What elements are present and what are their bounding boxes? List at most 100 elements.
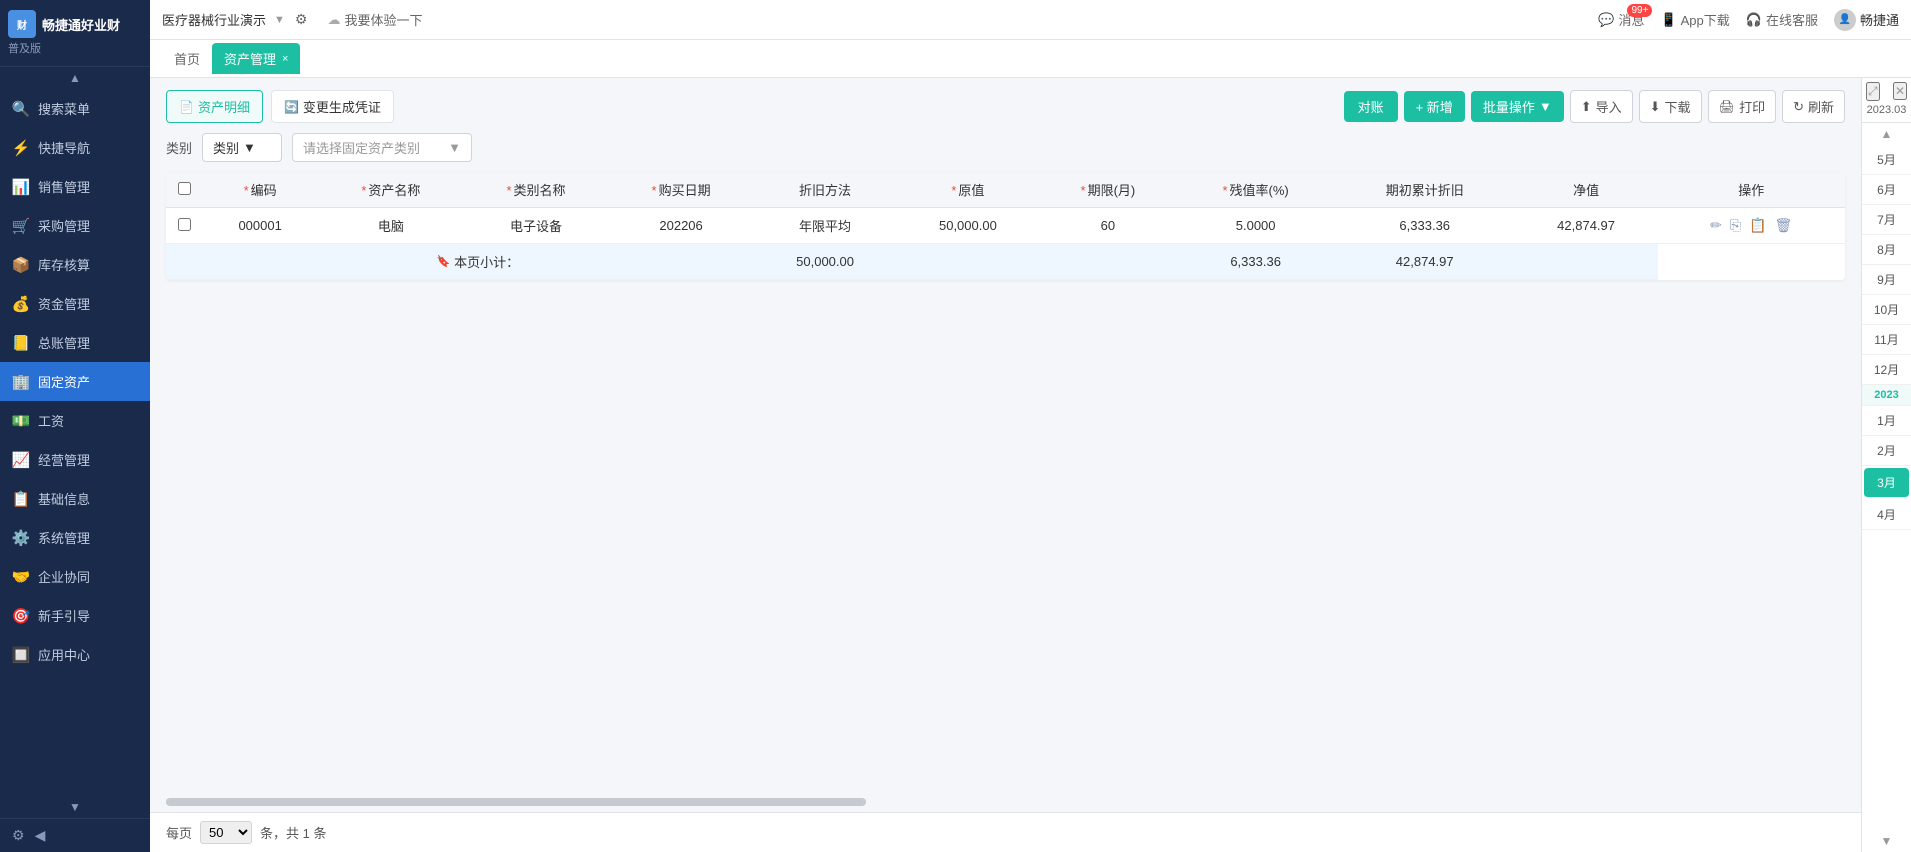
select-all-cell[interactable]: [166, 172, 202, 208]
sidebar-item-label: 企业协同: [38, 567, 90, 586]
calendar-close-icon[interactable]: ✕: [1893, 82, 1907, 100]
app-download-button[interactable]: 📱 App下载: [1660, 10, 1729, 29]
tab-asset-management[interactable]: 资产管理 ×: [212, 43, 300, 74]
col-accumulated-depreciation: 期初累计折旧: [1335, 172, 1515, 208]
row-accumulated-depreciation: 6,333.36: [1335, 208, 1515, 244]
cal-month-3-current[interactable]: 3月: [1864, 468, 1909, 498]
sidebar-item-quick-nav[interactable]: ⚡ 快捷导航: [0, 128, 150, 167]
col-net-value: 净值: [1515, 172, 1658, 208]
sidebar-item-app-center[interactable]: 🔲 应用中心: [0, 635, 150, 674]
sidebar-item-label: 工资: [38, 411, 64, 430]
calendar-nav-up[interactable]: ▲: [1881, 127, 1893, 141]
tab-close-icon[interactable]: ×: [282, 53, 288, 65]
cal-month-5[interactable]: 5月: [1862, 145, 1911, 175]
app-center-icon: 🔲: [12, 646, 30, 664]
cal-month-9[interactable]: 9月: [1862, 265, 1911, 295]
total-label: 条，共 1 条: [260, 823, 326, 842]
col-purchase-date: *购买日期: [609, 172, 754, 208]
company-gear-icon[interactable]: ⚙: [295, 11, 308, 28]
sidebar-item-sales[interactable]: 📊 销售管理: [0, 167, 150, 206]
sidebar-item-enterprise[interactable]: 🤝 企业协同: [0, 557, 150, 596]
voucher-icon: 🔄: [284, 100, 299, 114]
download-button[interactable]: ⬇ 下载: [1639, 90, 1702, 123]
sidebar-scroll-down[interactable]: ▼: [0, 796, 150, 818]
batch-button[interactable]: 批量操作 ▼: [1471, 91, 1564, 122]
reconcile-button[interactable]: 对账: [1344, 91, 1398, 122]
sidebar-item-label: 库存核算: [38, 255, 90, 274]
subtotal-empty-3: [1039, 244, 1176, 280]
subtotal-label-text: 本页小计：: [454, 252, 519, 271]
detail-icon[interactable]: 📋: [1749, 217, 1766, 234]
calendar-nav-down[interactable]: ▼: [1881, 834, 1893, 848]
sidebar: 财 畅捷通好业财 普及版 ▲ 🔍 搜索菜单 ⚡ 快捷导航 📊 销售管理 🛒 采购…: [0, 0, 150, 852]
horizontal-scrollbar-thumb[interactable]: [166, 798, 866, 806]
try-experience[interactable]: ☁ 我要体验一下: [327, 10, 422, 29]
sidebar-item-purchase[interactable]: 🛒 采购管理: [0, 206, 150, 245]
sidebar-item-label: 新手引导: [38, 606, 90, 625]
app-logo: 财 畅捷通好业财: [8, 10, 142, 38]
sidebar-item-ops[interactable]: 📈 经营管理: [0, 440, 150, 479]
category-value-select[interactable]: 请选择固定资产类别 ▼: [292, 133, 472, 162]
toolbar-actions: 对账 + 新增 批量操作 ▼ ⬆ 导入 ⬇ 下载: [1344, 90, 1845, 123]
tab-home[interactable]: 首页: [166, 49, 208, 68]
cal-month-2[interactable]: 2月: [1862, 436, 1911, 466]
cal-month-7[interactable]: 7月: [1862, 205, 1911, 235]
edit-icon[interactable]: ✏: [1710, 217, 1722, 234]
logo-icon: 财: [8, 10, 36, 38]
horizontal-scrollbar[interactable]: [166, 798, 866, 806]
copy-icon[interactable]: ⎘: [1730, 217, 1741, 234]
sales-icon: 📊: [12, 178, 30, 196]
subtab-voucher[interactable]: 🔄 变更生成凭证: [271, 90, 394, 123]
sidebar-item-label: 快捷导航: [38, 138, 90, 157]
online-service-button[interactable]: 🎧 在线客服: [1746, 10, 1818, 29]
sidebar-item-ledger[interactable]: 📒 总账管理: [0, 323, 150, 362]
sidebar-item-label: 基础信息: [38, 489, 90, 508]
category-type-select[interactable]: 类别 ▼: [202, 133, 282, 162]
sidebar-item-label: 经营管理: [38, 450, 90, 469]
sidebar-item-base-info[interactable]: 📋 基础信息: [0, 479, 150, 518]
export-button[interactable]: ⬆ 导入: [1570, 90, 1633, 123]
col-residual-rate: *残值率(%): [1176, 172, 1334, 208]
calendar-nav-bottom: ▼: [1862, 830, 1911, 852]
sidebar-item-sys-mgmt[interactable]: ⚙️ 系统管理: [0, 518, 150, 557]
new-button[interactable]: + 新增: [1404, 91, 1465, 122]
per-page-select[interactable]: 50 10 20 100: [200, 821, 252, 844]
select-all-checkbox[interactable]: [178, 182, 191, 195]
cal-month-11[interactable]: 11月: [1862, 325, 1911, 355]
company-dropdown-icon[interactable]: ▼: [274, 14, 285, 26]
refresh-button[interactable]: ↻ 刷新: [1782, 90, 1845, 123]
user-menu[interactable]: 👤 畅捷通: [1834, 9, 1899, 31]
capital-icon: 💰: [12, 295, 30, 313]
sidebar-item-search[interactable]: 🔍 搜索菜单: [0, 89, 150, 128]
sidebar-item-guide[interactable]: 🎯 新手引导: [0, 596, 150, 635]
settings-icon[interactable]: ⚙: [12, 827, 25, 844]
asset-detail-icon: 📄: [179, 100, 194, 114]
sidebar-item-fixed-assets[interactable]: 🏢 固定资产: [0, 362, 150, 401]
username: 畅捷通: [1860, 10, 1899, 29]
row-code: 000001: [202, 208, 318, 244]
cal-month-1[interactable]: 1月: [1862, 406, 1911, 436]
main-content: 📄 资产明细 🔄 变更生成凭证 对账 + 新增 批量操作 ▼: [150, 78, 1861, 852]
cal-month-6[interactable]: 6月: [1862, 175, 1911, 205]
sidebar-item-inventory[interactable]: 📦 库存核算: [0, 245, 150, 284]
category-value-arrow: ▼: [448, 140, 461, 155]
message-button[interactable]: 💬 消息 99+: [1598, 10, 1644, 29]
cal-month-12[interactable]: 12月: [1862, 355, 1911, 385]
sidebar-item-label: 搜索菜单: [38, 99, 90, 118]
sidebar-item-salary[interactable]: 💵 工资: [0, 401, 150, 440]
calendar-expand-icon[interactable]: ⤢: [1866, 82, 1880, 101]
cal-month-10[interactable]: 10月: [1862, 295, 1911, 325]
row-checkbox[interactable]: [178, 218, 191, 231]
cal-month-4[interactable]: 4月: [1862, 500, 1911, 530]
cal-month-8[interactable]: 8月: [1862, 235, 1911, 265]
row-checkbox-cell[interactable]: [166, 208, 202, 244]
row-original-value: 50,000.00: [896, 208, 1039, 244]
sidebar-scroll-up[interactable]: ▲: [0, 67, 150, 89]
print-button[interactable]: 🖨 打印: [1708, 90, 1777, 123]
sidebar-item-label: 销售管理: [38, 177, 90, 196]
collapse-sidebar-icon[interactable]: ◀: [35, 827, 46, 844]
sidebar-item-capital[interactable]: 💰 资金管理: [0, 284, 150, 323]
row-period: 60: [1039, 208, 1176, 244]
subtab-asset-detail[interactable]: 📄 资产明细: [166, 90, 263, 123]
delete-icon[interactable]: 🗑: [1775, 217, 1793, 234]
